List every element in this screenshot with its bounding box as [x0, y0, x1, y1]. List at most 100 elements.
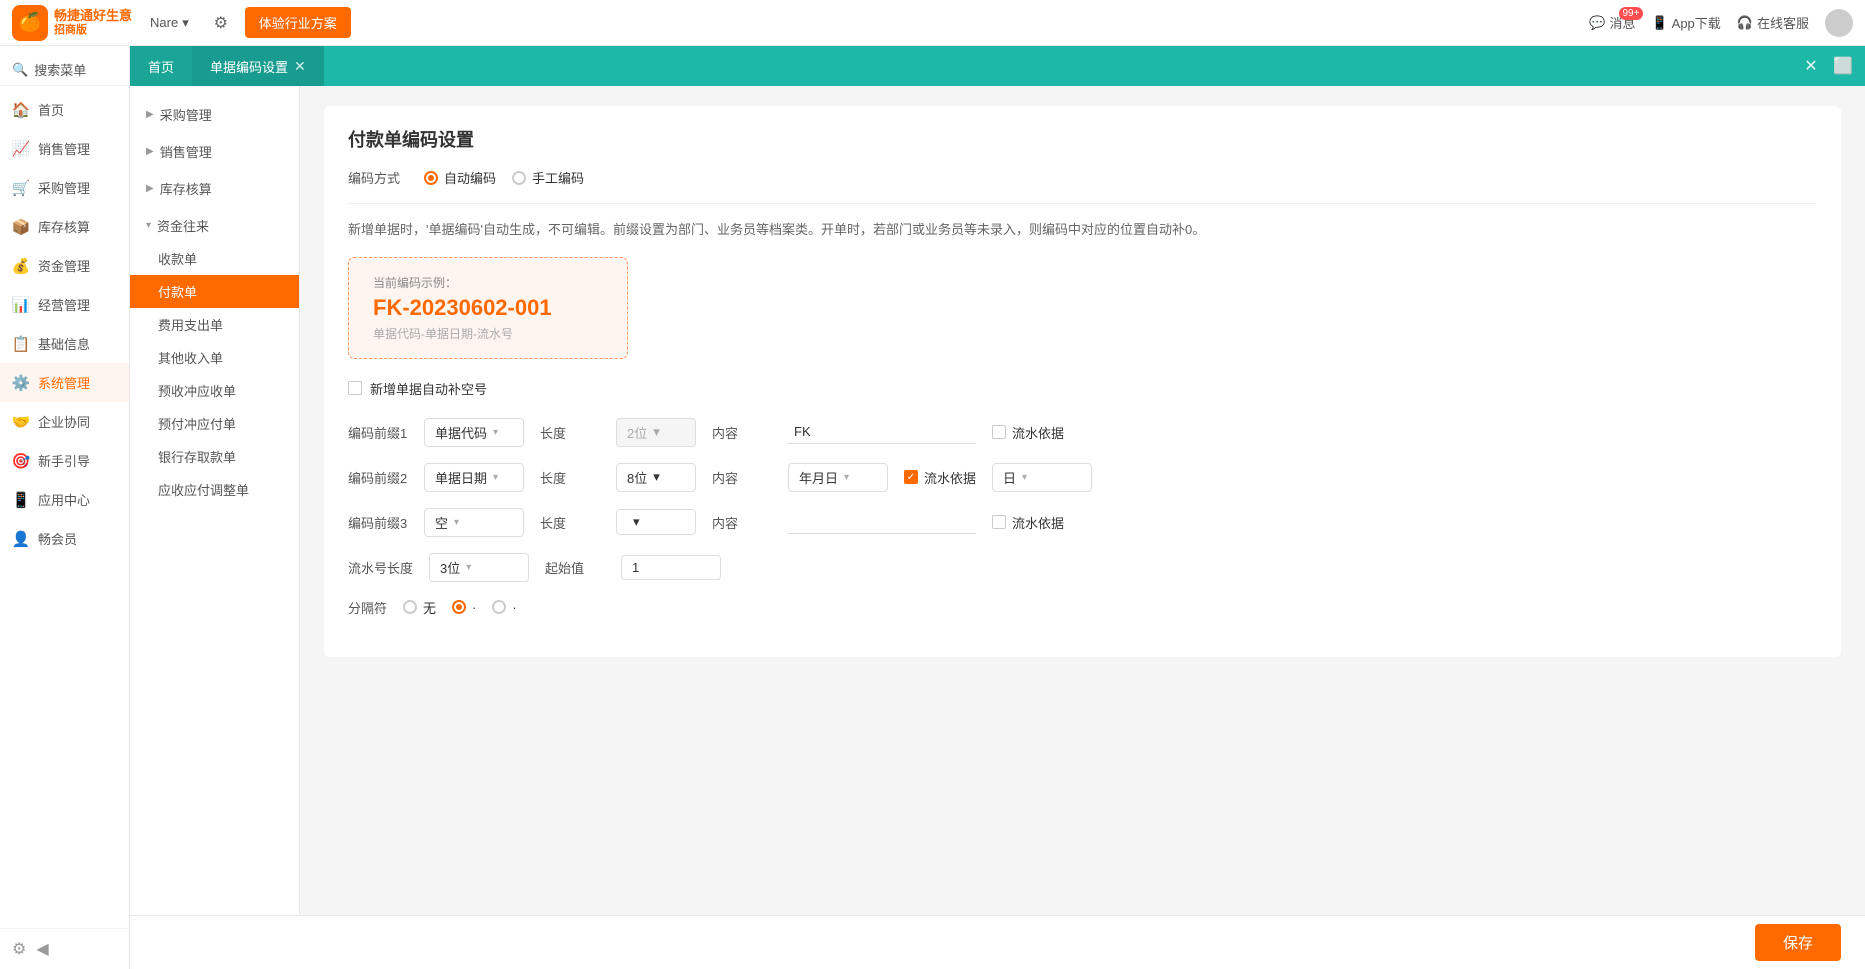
sidebar-item-basic-label: 基础信息	[38, 334, 90, 353]
start-value-label: 起始值	[545, 558, 605, 577]
finance-icon: 💰	[12, 257, 30, 275]
code-preview: 当前编码示例： FK-20230602-001 单据代码-单据日期-流水号	[348, 257, 628, 359]
sidebar-item-guide[interactable]: 🎯 新手引导	[0, 441, 129, 480]
top-bar-left: 🍊 畅捷通好生意 招商版 Nare ▾ ⚙ 体验行业方案	[12, 5, 351, 41]
sep-none-radio-circle	[403, 600, 417, 614]
left-nav-item-adj[interactable]: 应收应付调整单	[130, 473, 299, 506]
sidebar-item-inventory-label: 库存核算	[38, 217, 90, 236]
tab-home-label: 首页	[148, 57, 174, 76]
prefix3-select[interactable]: 空 ▾	[424, 508, 524, 537]
serial-length-label: 流水号长度	[348, 558, 413, 577]
app-download-button[interactable]: 📱 App下载	[1651, 13, 1720, 32]
left-nav-group-inventory-title[interactable]: ▶ 库存核算	[130, 172, 299, 205]
tab-minimize-button[interactable]: ✕	[1797, 52, 1825, 80]
left-nav-group-sales-title[interactable]: ▶ 销售管理	[130, 135, 299, 168]
save-button[interactable]: 保存	[1755, 924, 1841, 961]
settings-card: 付款单编码设置 编码方式 自动编码 手工编码	[324, 106, 1841, 657]
prefix1-serial-check[interactable]: 流水依据	[992, 423, 1064, 442]
logo-icon: 🍊	[12, 5, 48, 41]
left-nav-item-prepay-receivable[interactable]: 预收冲应收单	[130, 374, 299, 407]
message-icon: 💬	[1589, 15, 1605, 31]
tab-close-icon[interactable]: ✕	[294, 58, 306, 75]
prefix2-select[interactable]: 单据日期 ▾	[424, 463, 524, 492]
encoding-method-label: 编码方式	[348, 168, 400, 187]
sep-dot-radio[interactable]: ·	[452, 600, 476, 615]
nav-dropdown[interactable]: Nare ▾	[142, 15, 197, 31]
auto-code-radio[interactable]: 自动编码	[424, 168, 496, 187]
chevron-down-icon: ▾	[182, 15, 189, 31]
prefix3-content-input[interactable]	[788, 510, 976, 534]
prefix1-select[interactable]: 单据代码 ▾	[424, 418, 524, 447]
left-nav-item-other-income[interactable]: 其他收入单	[130, 341, 299, 374]
sep-none-radio[interactable]: 无	[403, 598, 436, 617]
tab-serial-settings[interactable]: 单据编码设置 ✕	[192, 46, 324, 86]
prefix2-serial-check[interactable]: 流水依据	[904, 468, 976, 487]
user-avatar[interactable]	[1825, 9, 1853, 37]
tab-home[interactable]: 首页	[130, 46, 192, 86]
online-service-button[interactable]: 🎧 在线客服	[1737, 13, 1809, 32]
left-nav-group-purchase-label: 采购管理	[160, 105, 212, 124]
settings-icon[interactable]: ⚙	[12, 939, 26, 959]
serial-length-select[interactable]: 3位 ▾	[429, 553, 529, 582]
left-nav-item-expense[interactable]: 费用支出单	[130, 308, 299, 341]
sidebar-bottom: ⚙ ◀	[0, 928, 129, 969]
encoding-radio-group: 自动编码 手工编码	[424, 168, 584, 187]
auto-fill-checkbox[interactable]	[348, 381, 362, 395]
sidebar-item-app-label: 应用中心	[38, 490, 90, 509]
sidebar-item-operations[interactable]: 📊 经营管理	[0, 285, 129, 324]
member-icon: 👤	[12, 530, 30, 548]
prefix2-unit-arrow: ▾	[1022, 472, 1027, 483]
auto-fill-row: 新增单据自动补空号	[348, 379, 1817, 398]
sidebar-item-app[interactable]: 📱 应用中心	[0, 480, 129, 519]
sidebar-item-sales[interactable]: 📈 销售管理	[0, 129, 129, 168]
prefix1-content-label: 内容	[712, 423, 772, 442]
prefix3-length-select[interactable]: ▾	[616, 509, 696, 535]
prefix2-content-label: 内容	[712, 468, 772, 487]
start-value-input[interactable]	[621, 555, 721, 580]
left-nav-item-bank-deposit[interactable]: 银行存取款单	[130, 440, 299, 473]
left-nav-item-adj-label: 应收应付调整单	[158, 483, 249, 498]
sidebar-item-basic[interactable]: 📋 基础信息	[0, 324, 129, 363]
sidebar-item-finance[interactable]: 💰 资金管理	[0, 246, 129, 285]
auto-fill-label: 新增单据自动补空号	[370, 379, 487, 398]
collapse-icon[interactable]: ◀	[36, 939, 48, 959]
prefix2-length-select[interactable]: 8位 ▾	[616, 463, 696, 492]
prefix2-content-select[interactable]: 年月日 ▾	[788, 463, 888, 492]
prefix2-serial-unit-select[interactable]: 日 ▾	[992, 463, 1092, 492]
trial-button[interactable]: 体验行业方案	[245, 7, 351, 38]
sep-dash-radio[interactable]: ·	[492, 600, 516, 615]
prefix1-content-input[interactable]	[788, 420, 976, 444]
left-nav-group-funds-title[interactable]: ▾ 资金往来	[130, 209, 299, 242]
message-button[interactable]: 💬 消息 99+	[1589, 13, 1635, 32]
code-preview-label: 当前编码示例：	[373, 274, 603, 291]
prefix2-serial-unit: 日	[1003, 468, 1016, 487]
left-nav-group-purchase: ▶ 采购管理	[130, 98, 299, 131]
prefix3-label: 编码前缀3	[348, 513, 408, 532]
sidebar-search[interactable]: 🔍 搜索菜单	[0, 54, 129, 86]
left-nav-item-payment[interactable]: 付款单	[130, 275, 299, 308]
sidebar-item-system[interactable]: ⚙️ 系统管理	[0, 363, 129, 402]
manual-code-radio[interactable]: 手工编码	[512, 168, 584, 187]
sidebar: 🔍 搜索菜单 🏠 首页 📈 销售管理 🛒 采购管理 📦 库存核算 💰 资金管理 …	[0, 46, 130, 969]
sidebar-item-member[interactable]: 👤 畅会员	[0, 519, 129, 558]
sidebar-item-purchase[interactable]: 🛒 采购管理	[0, 168, 129, 207]
sidebar-item-collab[interactable]: 🤝 企业协同	[0, 402, 129, 441]
left-nav-item-prepay-payable[interactable]: 预付冲应付单	[130, 407, 299, 440]
prefix3-serial-check[interactable]: 流水依据	[992, 513, 1064, 532]
app-center-icon: 📱	[12, 491, 30, 509]
left-nav-item-prepay-payable-label: 预付冲应付单	[158, 417, 236, 432]
bottom-bar: 保存	[130, 915, 1865, 969]
tab-maximize-button[interactable]: ⬜	[1829, 52, 1857, 80]
chevron-right-icon: ▶	[146, 109, 154, 120]
prefix3-value: 空	[435, 513, 448, 532]
prefix1-row: 编码前缀1 单据代码 ▾ 长度 2位 ▾ 内容	[348, 418, 1817, 447]
app-icon: 📱	[1651, 15, 1667, 31]
sidebar-item-home[interactable]: 🏠 首页	[0, 90, 129, 129]
prefix3-row: 编码前缀3 空 ▾ 长度 ▾ 内容	[348, 508, 1817, 537]
left-nav-item-receipt[interactable]: 收款单	[130, 242, 299, 275]
prefix2-length-arrow: ▾	[653, 469, 660, 485]
left-nav-group-purchase-title[interactable]: ▶ 采购管理	[130, 98, 299, 131]
gear-button[interactable]: ⚙	[207, 9, 235, 37]
left-nav-item-receipt-label: 收款单	[158, 252, 197, 267]
sidebar-item-inventory[interactable]: 📦 库存核算	[0, 207, 129, 246]
